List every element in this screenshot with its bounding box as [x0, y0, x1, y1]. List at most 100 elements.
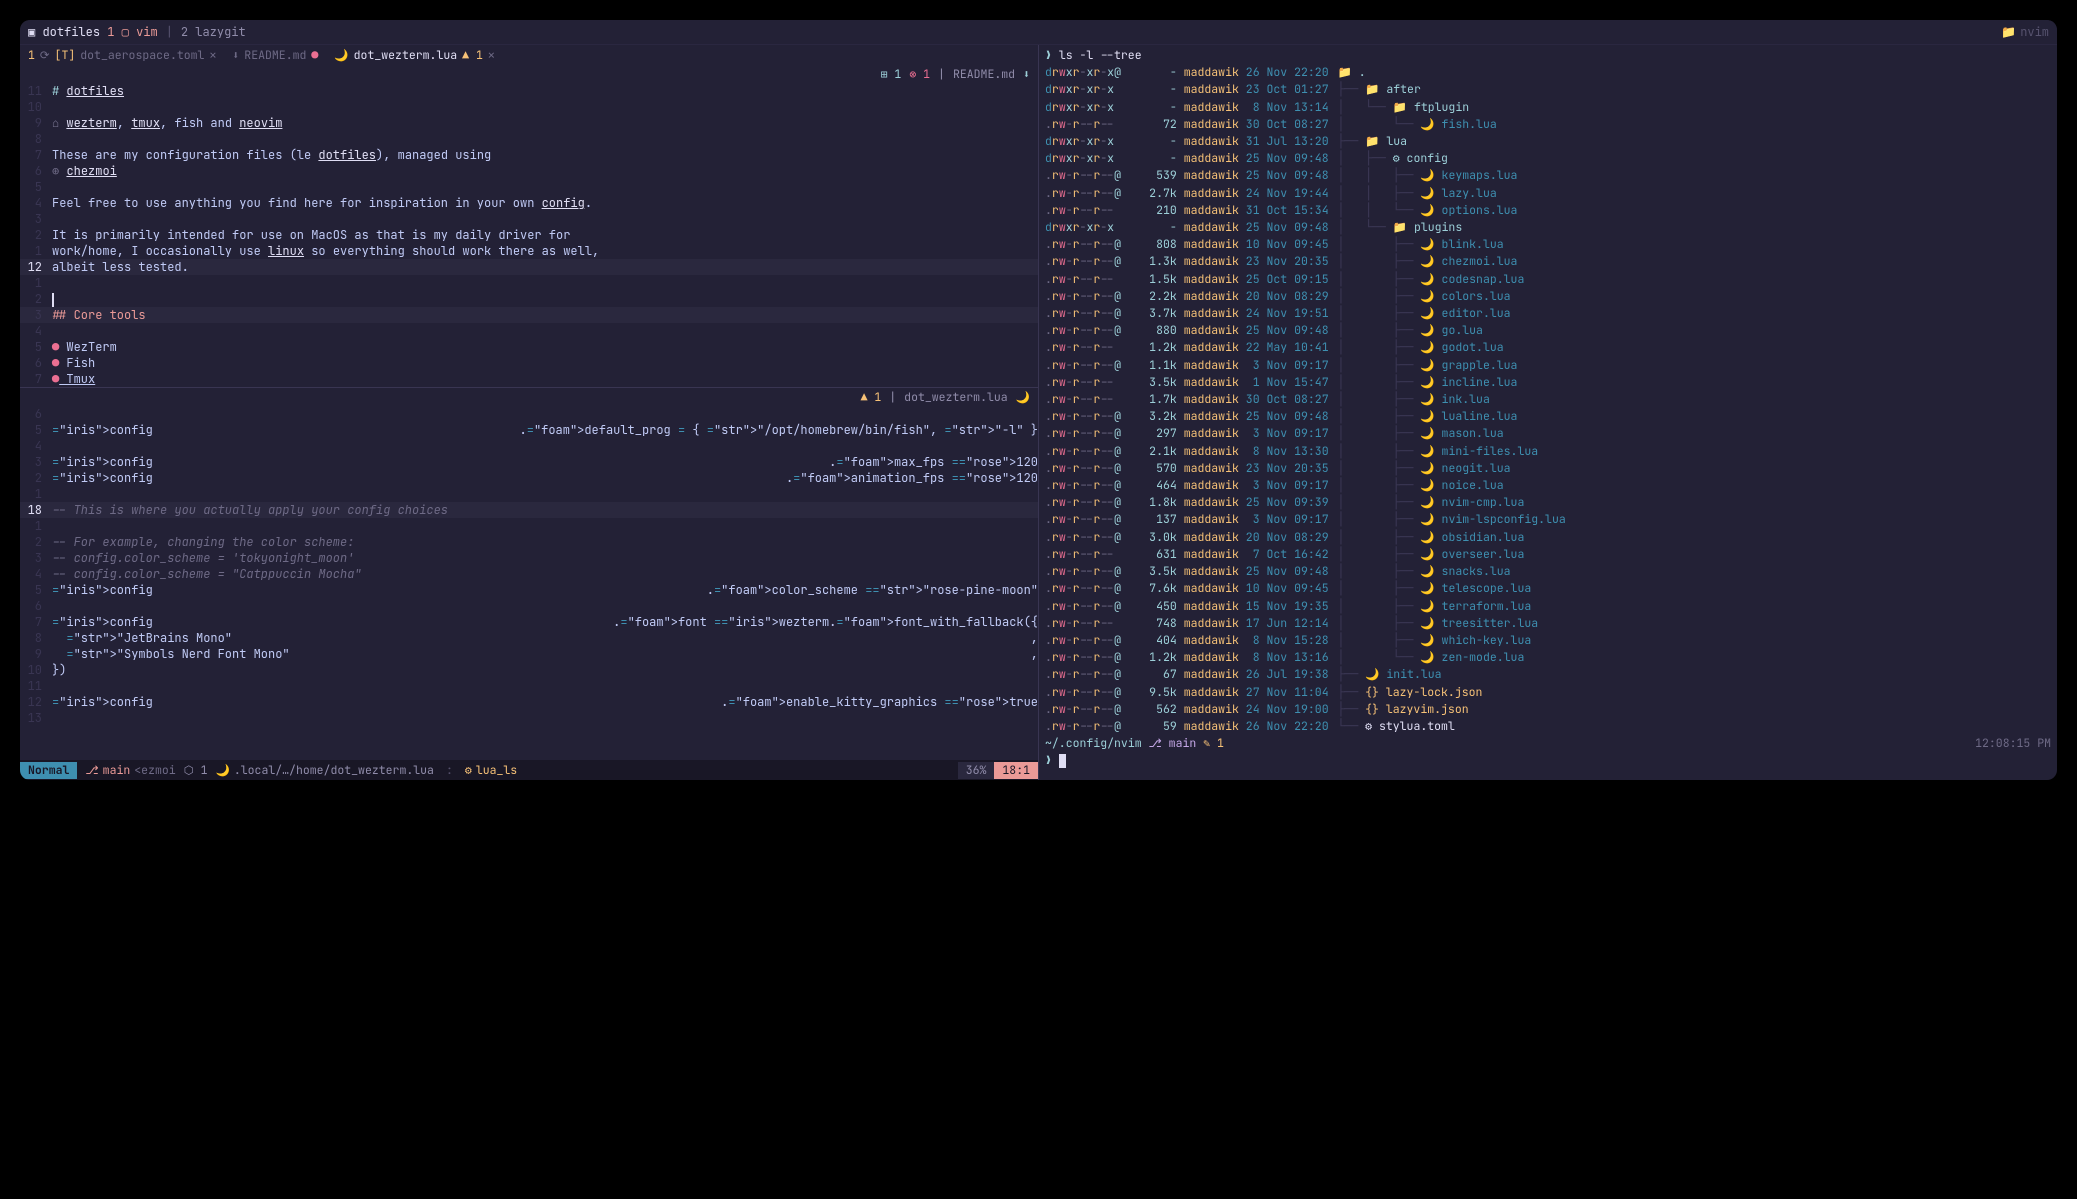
code-line: 8 ="str">"JetBrains Mono",	[20, 630, 1038, 646]
ls-row: .rw-r--r--@ 404 maddawik 8 Nov 15:28 │ ├…	[1045, 632, 2051, 649]
ls-row: .rw-r--r--@ 570 maddawik 23 Nov 20:35 │ …	[1045, 460, 2051, 477]
close-icon[interactable]: ✕	[209, 48, 216, 63]
buffer-tab[interactable]: 1⟳[T]dot_aerospace.toml✕	[20, 46, 224, 65]
ls-row: .rw-r--r--@ 808 maddawik 10 Nov 09:45 │ …	[1045, 236, 2051, 253]
ls-row: .rw-r--r--@ 1.2k maddawik 8 Nov 13:16 │ …	[1045, 649, 2051, 666]
folder-icon: 📁	[2001, 24, 2016, 40]
terminal-window: ▣ dotfiles 1 ▢ vim | 2 lazygit 📁 nvim 1⟳…	[20, 20, 2057, 780]
ls-row: .rw-r--r--@ 3.0k maddawik 20 Nov 08:29 │…	[1045, 529, 2051, 546]
tmux-tab-1[interactable]: ▣ dotfiles 1 ▢ vim	[28, 24, 158, 40]
code-line: 1	[20, 275, 1038, 291]
ls-row: .rw-r--r--@ 1.3k maddawik 23 Nov 20:35 │…	[1045, 253, 2051, 270]
ls-row: drwxr-xr-x - maddawik 8 Nov 13:14 │ └── …	[1045, 99, 2051, 116]
session-name: 📁 nvim	[2001, 24, 2049, 40]
code-line: 11# dotfiles	[20, 83, 1038, 99]
code-line: 12="iris">config.="foam">enable_kitty_gr…	[20, 694, 1038, 710]
ls-row: .rw-r--r--@ 2.7k maddawik 24 Nov 19:44 │…	[1045, 185, 2051, 202]
buffer-tab[interactable]: ⬇README.md●	[224, 46, 326, 65]
ls-row: .rw-r--r--@ 450 maddawik 15 Nov 19:35 │ …	[1045, 598, 2051, 615]
code-line: 6	[20, 598, 1038, 614]
editor-pane-wezterm[interactable]: ▲ 1 | dot_wezterm.lua 🌙 65="iris">config…	[20, 387, 1038, 760]
diagnostic-warn-icon: ▲ 1	[861, 390, 882, 405]
ls-row: .rw-r--r--@ 3.5k maddawik 25 Nov 09:48 │…	[1045, 563, 2051, 580]
ls-row: .rw-r--r-- 748 maddawik 17 Jun 12:14 │ ├…	[1045, 615, 2051, 632]
code-line: 13	[20, 710, 1038, 726]
ls-row: .rw-r--r--@ 297 maddawik 3 Nov 09:17 │ ├…	[1045, 425, 2051, 442]
ls-row: .rw-r--r-- 1.5k maddawik 25 Oct 09:15 │ …	[1045, 271, 2051, 288]
file-path: .local/…/home/dot_wezterm.lua	[234, 763, 434, 778]
code-line: 10})	[20, 662, 1038, 678]
code-line: 12albeit less tested.	[20, 259, 1038, 275]
ls-row: .rw-r--r--@ 3.7k maddawik 24 Nov 19:51 │…	[1045, 305, 2051, 322]
ls-row: .rw-r--r--@ 7.6k maddawik 10 Nov 09:45 │…	[1045, 580, 2051, 597]
ls-row: .rw-r--r-- 631 maddawik 7 Oct 16:42 │ ├─…	[1045, 546, 2051, 563]
code-line: 7These are my configuration files (le do…	[20, 147, 1038, 163]
code-line: 4-- config.color_scheme = "Catppuccin Mo…	[20, 566, 1038, 582]
ls-row: .rw-r--r--@ 2.2k maddawik 20 Nov 08:29 │…	[1045, 288, 2051, 305]
code-line: 5="iris">config.="foam">color_scheme = =…	[20, 582, 1038, 598]
buffer-tab[interactable]: 🌙dot_wezterm.lua▲ 1✕	[326, 46, 502, 65]
winbar-filename: dot_wezterm.lua	[904, 390, 1008, 405]
ls-row: .rw-r--r--@ 1.8k maddawik 25 Nov 09:39 │…	[1045, 494, 2051, 511]
tab-separator: |	[166, 24, 173, 40]
filetype-icon: 🌙	[216, 763, 230, 778]
shell-input[interactable]: ❯	[1045, 752, 2051, 769]
cursor-position: 18:1	[994, 762, 1038, 779]
code-line: 1work/home, I occasionally use linux so …	[20, 243, 1038, 259]
code-line: 3="iris">config.="foam">max_fps = ="rose…	[20, 454, 1038, 470]
code-line: 6⊕ chezmoi	[20, 163, 1038, 179]
code-line: 5	[20, 179, 1038, 195]
git-branch: ⎇ main <ezmoi	[85, 763, 175, 778]
code-line: 5="iris">config.="foam">default_prog = {…	[20, 422, 1038, 438]
code-line: 5● WezTerm	[20, 339, 1038, 355]
code-line: 1	[20, 486, 1038, 502]
gear-icon: ⚙	[465, 763, 472, 778]
shell-pane[interactable]: ❯ ls -l --treedrwxr-xr-x@ - maddawik 26 …	[1039, 45, 2057, 780]
scroll-percent: 36%	[958, 762, 995, 779]
markdown-icon: ⬇	[1023, 67, 1030, 82]
ls-row: .rw-r--r--@ 3.2k maddawik 25 Nov 09:48 │…	[1045, 408, 2051, 425]
code-line: 11	[20, 678, 1038, 694]
ls-row: .rw-r--r--@ 464 maddawik 3 Nov 09:17 │ ├…	[1045, 477, 2051, 494]
ls-row: .rw-r--r--@ 9.5k maddawik 27 Nov 11:04 ├…	[1045, 684, 2051, 701]
lsp-status: ⚙ lua_ls	[465, 763, 517, 778]
code-line: 2	[20, 291, 1038, 307]
code-line: 2It is primarily intended for use on Mac…	[20, 227, 1038, 243]
ls-row: drwxr-xr-x@ - maddawik 26 Nov 22:20 📁 .	[1045, 64, 2051, 81]
git-added-icon: ⊞ 1	[881, 67, 902, 82]
tmux-tab-2[interactable]: 2 lazygit	[181, 24, 246, 40]
code-line: 4	[20, 438, 1038, 454]
code-line: 4	[20, 323, 1038, 339]
ls-row: .rw-r--r--@ 539 maddawik 25 Nov 09:48 │ …	[1045, 167, 2051, 184]
code-line: 4Feel free to use anything you find here…	[20, 195, 1038, 211]
ls-row: .rw-r--r--@ 59 maddawik 26 Nov 22:20 └──…	[1045, 718, 2051, 735]
ls-row: drwxr-xr-x - maddawik 25 Nov 09:48 │ ├──…	[1045, 150, 2051, 167]
tmux-tabline: ▣ dotfiles 1 ▢ vim | 2 lazygit 📁 nvim	[20, 20, 2057, 45]
code-line: 9 ="str">"Symbols Nerd Font Mono",	[20, 646, 1038, 662]
ls-row: .rw-r--r-- 72 maddawik 30 Oct 08:27 │ └─…	[1045, 116, 2051, 133]
code-line: 3	[20, 211, 1038, 227]
close-icon[interactable]: ✕	[488, 48, 495, 63]
code-line: 7● Tmux	[20, 371, 1038, 387]
statusline: Normal ⎇ main <ezmoi ⬡ 1 🌙 .local/…/home…	[20, 760, 1038, 780]
code-line: 1	[20, 518, 1038, 534]
ls-row: .rw-r--r--@ 67 maddawik 26 Jul 19:38 ├──…	[1045, 666, 2051, 683]
code-line: 10	[20, 99, 1038, 115]
mode-indicator: Normal	[20, 762, 77, 779]
winbar-readme: ⊞ 1 ⊗ 1 | README.md ⬇	[20, 65, 1038, 83]
ls-row: .rw-r--r--@ 1.1k maddawik 3 Nov 09:17 │ …	[1045, 357, 2051, 374]
ls-row: .rw-r--r--@ 880 maddawik 25 Nov 09:48 │ …	[1045, 322, 2051, 339]
nvim-pane: 1⟳[T]dot_aerospace.toml✕⬇README.md●🌙dot_…	[20, 45, 1039, 780]
code-line: 2-- For example, changing the color sche…	[20, 534, 1038, 550]
code-line: 7="iris">config.="foam">font = ="iris">w…	[20, 614, 1038, 630]
code-line: 9⌂ wezterm, tmux, fish and neovim	[20, 115, 1038, 131]
code-line: 8	[20, 131, 1038, 147]
ls-row: drwxr-xr-x - maddawik 23 Oct 01:27 ├── 📁…	[1045, 81, 2051, 98]
ls-row: .rw-r--r--@ 562 maddawik 24 Nov 19:00 ├─…	[1045, 701, 2051, 718]
editor-pane-readme[interactable]: ⊞ 1 ⊗ 1 | README.md ⬇ 11# dotfiles109⌂ w…	[20, 65, 1038, 387]
ls-row: .rw-r--r-- 1.2k maddawik 22 May 10:41 │ …	[1045, 339, 2051, 356]
winbar-wezterm: ▲ 1 | dot_wezterm.lua 🌙	[20, 388, 1038, 406]
ls-row: .rw-r--r--@ 137 maddawik 3 Nov 09:17 │ ├…	[1045, 511, 2051, 528]
code-line: 18-- This is where you actually apply yo…	[20, 502, 1038, 518]
buffer-tabline: 1⟳[T]dot_aerospace.toml✕⬇README.md●🌙dot_…	[20, 45, 1038, 65]
